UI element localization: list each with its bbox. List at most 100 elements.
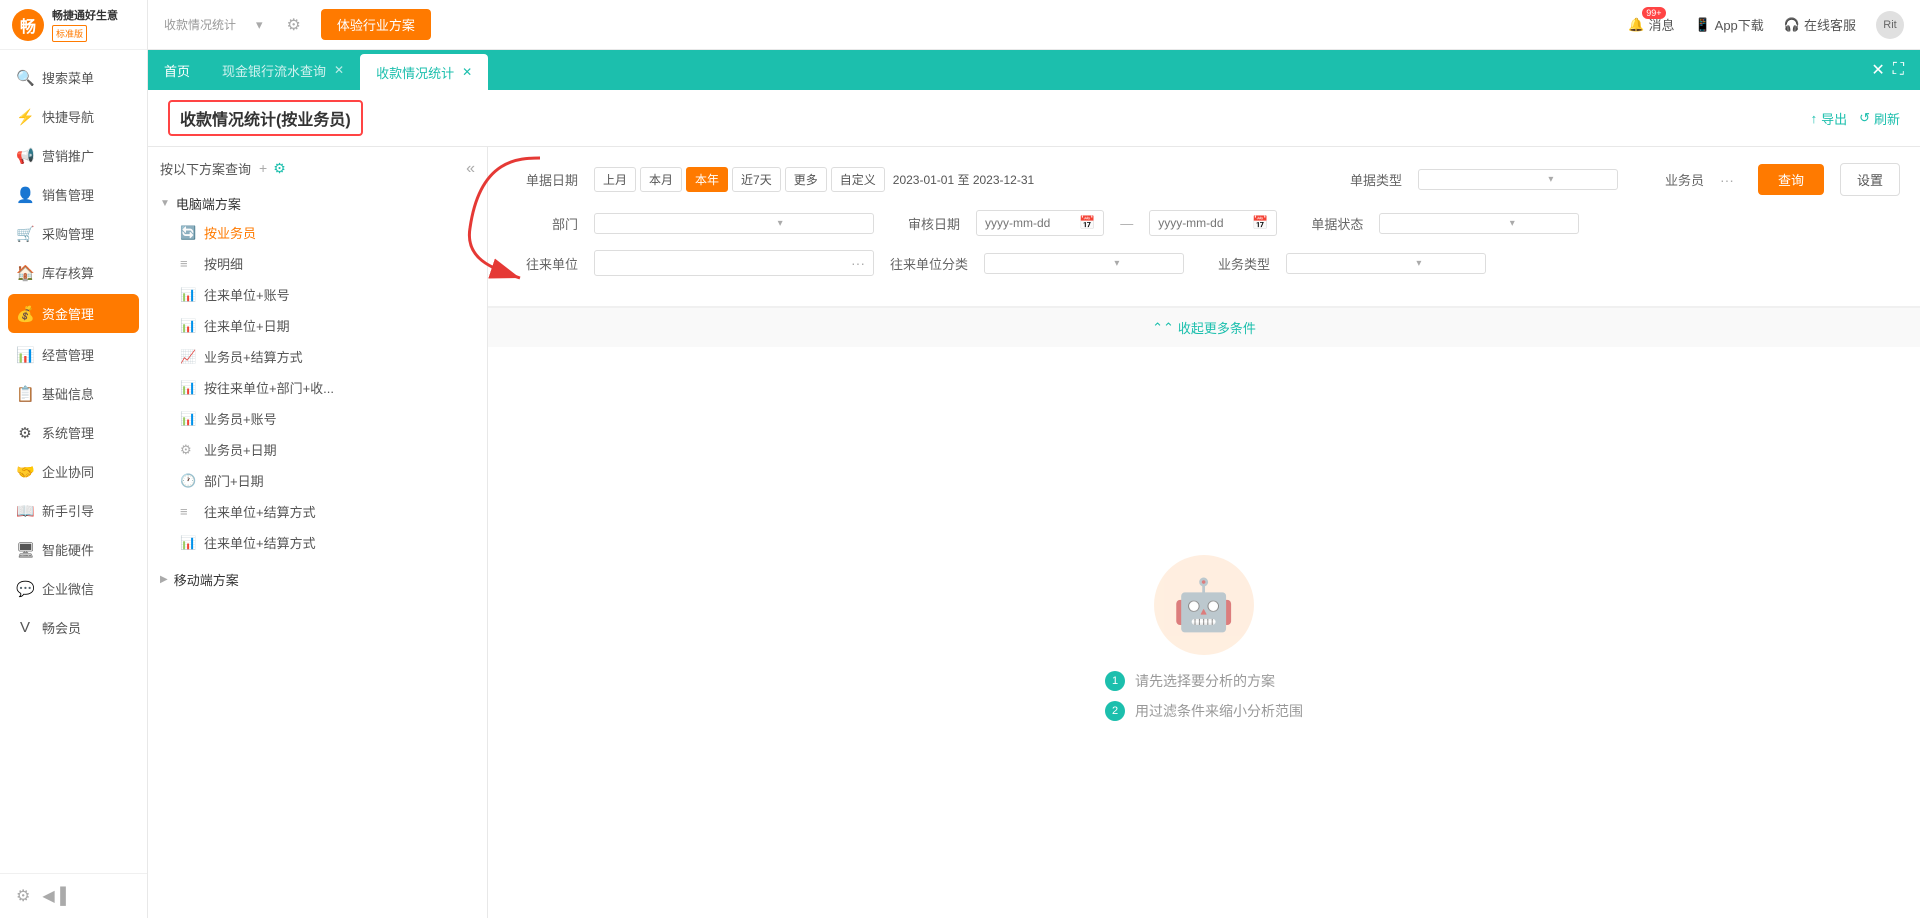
- sidebar-item-fund[interactable]: 💰 资金管理: [8, 294, 139, 333]
- empty-tip-2: 2 用过滤条件来缩小分析范围: [1105, 701, 1303, 721]
- business-type-select[interactable]: ▾: [1286, 253, 1486, 274]
- tab-collection[interactable]: 收款情况统计 ✕: [360, 54, 488, 90]
- sidebar-item-quicknav[interactable]: ⚡ 快捷导航: [0, 97, 147, 136]
- scheme-by-detail[interactable]: ≡ 按明细: [160, 248, 475, 279]
- app-download-button[interactable]: 📱 App下载: [1694, 15, 1763, 34]
- scheme-unit-settle2[interactable]: 📊 往来单位+结算方式: [160, 527, 475, 558]
- review-date-end-input[interactable]: [1158, 216, 1248, 230]
- sidebar-item-guide[interactable]: 📖 新手引导: [0, 491, 147, 530]
- date-more-btn[interactable]: 更多: [785, 167, 827, 192]
- user-avatar[interactable]: Rit: [1876, 11, 1904, 39]
- date-cur-year-btn[interactable]: 本年: [686, 167, 728, 192]
- tab-bank-close-icon[interactable]: ✕: [334, 63, 344, 77]
- scheme-unit-settle1[interactable]: ≡ 往来单位+结算方式: [160, 496, 475, 527]
- scheme-by-salesperson[interactable]: 🔄 按业务员: [160, 217, 475, 248]
- detail-scheme-label: 按明细: [204, 254, 243, 273]
- collapse-panel-icon[interactable]: «: [466, 160, 475, 178]
- trial-button[interactable]: 体验行业方案: [321, 9, 431, 40]
- date-7days-btn[interactable]: 近7天: [732, 167, 781, 192]
- main-content: 收款情况统计(按业务员) ↑ 导出 ↺ 刷新 按以下方案查询 + ⚙ «: [148, 90, 1920, 918]
- sidebar-item-wechat[interactable]: 💬 企业微信: [0, 569, 147, 608]
- export-label: 导出: [1821, 109, 1847, 128]
- message-icon: 🔔: [1628, 17, 1644, 33]
- dept-date-label: 部门+日期: [204, 471, 264, 490]
- review-date-start-calendar-icon[interactable]: 📅: [1079, 215, 1095, 231]
- voucher-status-select[interactable]: ▾: [1379, 213, 1579, 234]
- online-service-button[interactable]: 🎧 在线客服: [1784, 15, 1856, 34]
- date-prev-month-btn[interactable]: 上月: [594, 167, 636, 192]
- add-scheme-icon[interactable]: +: [259, 160, 267, 177]
- mobile-scheme-title[interactable]: ▶ 移动端方案: [160, 566, 475, 593]
- fund-nav-icon: 💰: [16, 305, 34, 323]
- tab-collection-close-icon[interactable]: ✕: [462, 65, 472, 79]
- desktop-arrow-icon: ▼: [160, 198, 170, 209]
- sidebar-item-operation[interactable]: 📊 经营管理: [0, 335, 147, 374]
- sidebar-item-member[interactable]: V 畅会员: [0, 608, 147, 647]
- sidebar-item-basic[interactable]: 📋 基础信息: [0, 374, 147, 413]
- sidebar-item-enterprise[interactable]: 🤝 企业协同: [0, 452, 147, 491]
- tab-bank[interactable]: 现金银行流水查询 ✕: [206, 50, 360, 90]
- export-button[interactable]: ↑ 导出: [1811, 109, 1848, 128]
- tab-home[interactable]: 首页: [148, 50, 206, 90]
- scheme-unit-dept-collect[interactable]: 📊 按往来单位+部门+收...: [160, 372, 475, 403]
- sidebar-item-search[interactable]: 🔍 搜索菜单: [0, 58, 147, 97]
- service-icon: 🎧: [1784, 17, 1800, 33]
- unit-account-label: 往来单位+账号: [204, 285, 290, 304]
- header-expand-icon[interactable]: ▾: [256, 17, 263, 33]
- salesperson-dots[interactable]: ···: [1720, 172, 1734, 188]
- settings-button[interactable]: 设置: [1840, 163, 1900, 196]
- unit-date-label: 往来单位+日期: [204, 316, 290, 335]
- sidebar-item-sales[interactable]: 👤 销售管理: [0, 175, 147, 214]
- quicknav-nav-label: 快捷导航: [42, 107, 94, 126]
- review-date-start-input[interactable]: [985, 216, 1075, 230]
- partner-category-select[interactable]: ▾: [984, 253, 1184, 274]
- voucher-type-select[interactable]: ▾: [1418, 169, 1618, 190]
- business-type-arrow: ▾: [1416, 258, 1477, 269]
- sidebar-item-marketing[interactable]: 📢 营销推广: [0, 136, 147, 175]
- header-breadcrumb: 收款情况统计: [164, 16, 236, 33]
- review-date-start[interactable]: 📅: [976, 210, 1104, 236]
- fullscreen-icon[interactable]: ⛶: [1893, 61, 1904, 79]
- mobile-scheme-group: ▶ 移动端方案: [160, 566, 475, 593]
- message-button[interactable]: 🔔 消息 99+: [1628, 15, 1674, 34]
- date-separator: —: [1120, 216, 1133, 231]
- close-tab-icon[interactable]: ✕: [1871, 60, 1884, 80]
- scheme-salesperson-date[interactable]: ⚙ 业务员+日期: [160, 434, 475, 465]
- refresh-button[interactable]: ↺ 刷新: [1859, 109, 1900, 128]
- header-gear-icon[interactable]: ⚙: [287, 15, 301, 35]
- scheme-settings-icon[interactable]: ⚙: [273, 160, 286, 177]
- query-button[interactable]: 查询: [1758, 164, 1824, 195]
- sidebar-item-inventory[interactable]: 🏠 库存核算: [0, 253, 147, 292]
- collapse-bar[interactable]: ⌃⌃ 收起更多条件: [488, 307, 1920, 347]
- purchase-nav-icon: 🛒: [16, 225, 34, 243]
- empty-tips: 1 请先选择要分析的方案 2 用过滤条件来缩小分析范围: [1105, 671, 1303, 721]
- unit-settle2-label: 往来单位+结算方式: [204, 533, 316, 552]
- scheme-dept-date[interactable]: 🕐 部门+日期: [160, 465, 475, 496]
- wechat-nav-icon: 💬: [16, 580, 34, 598]
- settings-footer-icon[interactable]: ⚙: [16, 886, 30, 906]
- operation-nav-label: 经营管理: [42, 345, 94, 364]
- scheme-salesperson-account[interactable]: 📊 业务员+账号: [160, 403, 475, 434]
- scheme-unit-account[interactable]: 📊 往来单位+账号: [160, 279, 475, 310]
- partner-dots[interactable]: ···: [851, 255, 865, 271]
- search-nav-label: 搜索菜单: [42, 68, 94, 87]
- sidebar-item-system[interactable]: ⚙ 系统管理: [0, 413, 147, 452]
- sidebar-item-purchase[interactable]: 🛒 采购管理: [0, 214, 147, 253]
- scheme-salesperson-settle[interactable]: 📈 业务员+结算方式: [160, 341, 475, 372]
- page-header: 收款情况统计(按业务员) ↑ 导出 ↺ 刷新: [148, 90, 1920, 147]
- partner-input[interactable]: ···: [594, 250, 874, 276]
- sidebar-item-hardware[interactable]: 🖥 智能硬件: [0, 530, 147, 569]
- review-date-end[interactable]: 📅: [1149, 210, 1277, 236]
- unit-dept-icon: 📊: [180, 380, 196, 396]
- review-date-end-calendar-icon[interactable]: 📅: [1252, 215, 1268, 231]
- sales-nav-icon: 👤: [16, 186, 34, 204]
- date-cur-month-btn[interactable]: 本月: [640, 167, 682, 192]
- dept-select[interactable]: ▾: [594, 213, 874, 234]
- tab-bank-label: 现金银行流水查询: [222, 61, 326, 80]
- guide-nav-icon: 📖: [16, 502, 34, 520]
- collapse-sidebar-icon[interactable]: ◀▐: [42, 886, 66, 906]
- date-custom-btn[interactable]: 自定义: [831, 167, 885, 192]
- desktop-scheme-title[interactable]: ▼ 电脑端方案: [160, 190, 475, 217]
- app-download-label: App下载: [1715, 15, 1764, 34]
- scheme-unit-date[interactable]: 📊 往来单位+日期: [160, 310, 475, 341]
